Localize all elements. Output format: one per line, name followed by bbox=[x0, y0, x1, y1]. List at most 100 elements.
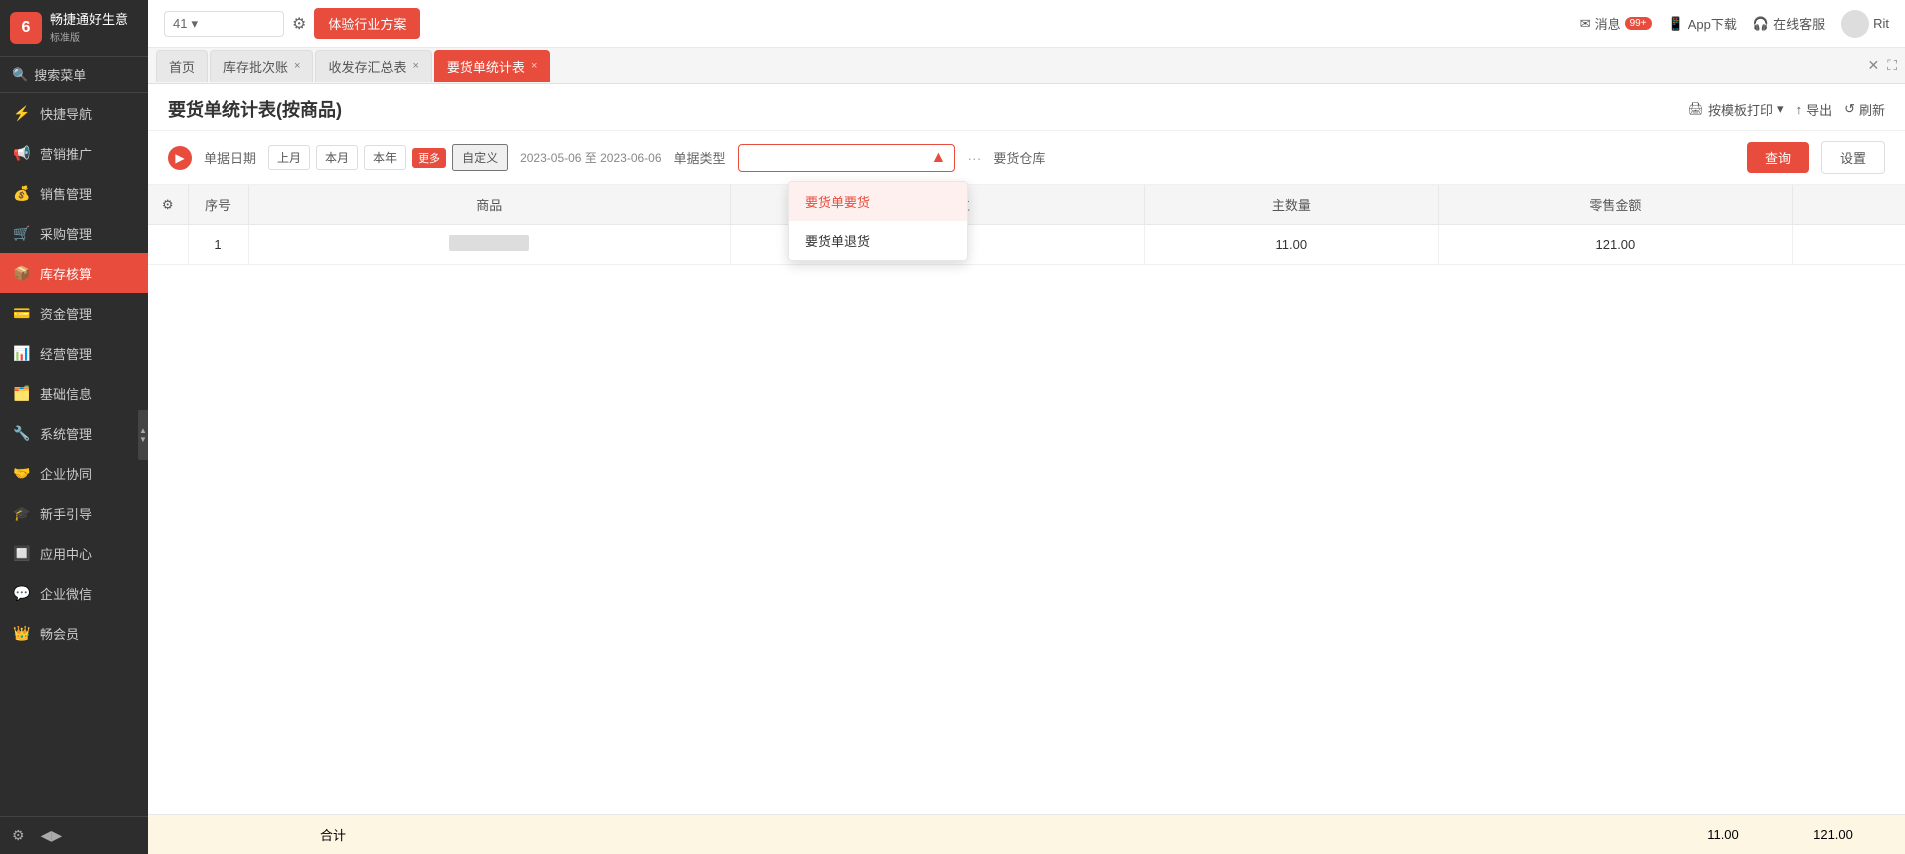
avatar bbox=[1841, 10, 1869, 38]
date-this-year-btn[interactable]: 本年 bbox=[364, 145, 406, 170]
collab-icon: 🤝 bbox=[12, 463, 32, 483]
print-button[interactable]: 🖨 按模板打印 ▾ bbox=[1688, 100, 1784, 119]
col-product: 商品 bbox=[248, 185, 731, 225]
sidebar-scroll-indicator: ▲▼ bbox=[138, 410, 148, 460]
nav-menu: ⚡ 快捷导航 📢 营销推广 💰 销售管理 🛒 采购管理 📦 库存核算 💳 资金管… bbox=[0, 93, 148, 816]
online-service-action[interactable]: 🎧 在线客服 bbox=[1753, 14, 1825, 33]
tab-close-icon[interactable]: × bbox=[294, 60, 300, 72]
sidebar-item-label: 企业协同 bbox=[40, 464, 92, 483]
type-filter-select[interactable]: ▲ bbox=[738, 144, 956, 172]
quick-nav-icon: ⚡ bbox=[12, 103, 32, 123]
sidebar-item-label: 快捷导航 bbox=[40, 104, 92, 123]
page-header: 要货单统计表(按商品) 🖨 按模板打印 ▾ ↑ 导出 ↺ 刷新 bbox=[148, 84, 1905, 131]
sidebar-item-quick-nav[interactable]: ⚡ 快捷导航 bbox=[0, 93, 148, 133]
date-this-month-btn[interactable]: 本月 bbox=[316, 145, 358, 170]
tabs-controls: ✕ ⛶ bbox=[1867, 57, 1897, 74]
chevron-down-icon: ▾ bbox=[1777, 101, 1784, 117]
finance-icon: 💳 bbox=[12, 303, 32, 323]
app-download-action[interactable]: 📱 App下载 bbox=[1668, 14, 1737, 33]
tab-close-icon[interactable]: × bbox=[412, 60, 418, 72]
export-button[interactable]: ↑ 导出 bbox=[1796, 100, 1833, 119]
app-download-label: App下载 bbox=[1688, 14, 1737, 33]
col-settings[interactable]: ⚙ bbox=[148, 185, 188, 225]
filter-settings-button[interactable]: 设置 bbox=[1821, 141, 1885, 174]
sidebar-item-finance[interactable]: 💳 资金管理 bbox=[0, 293, 148, 333]
sidebar-item-apps[interactable]: 🔲 应用中心 bbox=[0, 533, 148, 573]
tab-home[interactable]: 首页 bbox=[156, 50, 208, 82]
sidebar-item-sales[interactable]: 💰 销售管理 bbox=[0, 173, 148, 213]
sidebar-item-business[interactable]: 📊 经营管理 bbox=[0, 333, 148, 373]
user-profile[interactable]: Rit bbox=[1841, 10, 1889, 38]
date-custom-btn[interactable]: 自定义 bbox=[452, 144, 508, 171]
date-more-badge[interactable]: 更多 bbox=[412, 148, 446, 168]
sidebar-item-guide[interactable]: 🎓 新手引导 bbox=[0, 493, 148, 533]
page-actions: 🖨 按模板打印 ▾ ↑ 导出 ↺ 刷新 bbox=[1688, 100, 1886, 119]
filter-expand-button[interactable]: ▶ bbox=[168, 146, 192, 170]
row-extra-cell bbox=[1792, 225, 1905, 265]
tab-label: 首页 bbox=[169, 57, 195, 76]
sidebar-item-label: 营销推广 bbox=[40, 144, 92, 163]
search-menu[interactable]: 🔍 搜索菜单 bbox=[0, 57, 148, 93]
messages-action[interactable]: ✉ 消息 99+ bbox=[1580, 14, 1652, 33]
tab-order-stats[interactable]: 要货单统计表 × bbox=[434, 50, 550, 82]
sidebar-item-basic[interactable]: 🗂️ 基础信息 bbox=[0, 373, 148, 413]
warehouse-filter-label: 要货仓库 bbox=[993, 148, 1045, 167]
tab-expand-icon[interactable]: ⛶ bbox=[1887, 57, 1897, 74]
dropdown-item-return[interactable]: 要货单退货 bbox=[789, 221, 967, 260]
row-settings-cell bbox=[148, 225, 188, 265]
phone-icon: 📱 bbox=[1668, 16, 1684, 32]
settings-footer-icon[interactable]: ⚙ bbox=[12, 827, 25, 844]
settings-icon[interactable]: ⚙ bbox=[162, 197, 174, 212]
topbar-left: 41 ▾ ⚙ 体验行业方案 bbox=[164, 8, 1568, 39]
tab-receive-summary[interactable]: 收发存汇总表 × bbox=[315, 50, 431, 82]
tab-inventory-batch[interactable]: 库存批次账 × bbox=[210, 50, 313, 82]
date-filter-label: 单据日期 bbox=[204, 148, 256, 167]
sidebar-item-label: 采购管理 bbox=[40, 224, 92, 243]
sidebar-item-purchase[interactable]: 🛒 采购管理 bbox=[0, 213, 148, 253]
filter-more-button[interactable]: ··· bbox=[967, 150, 981, 166]
sidebar-item-label: 基础信息 bbox=[40, 384, 92, 403]
dropdown-item-purchase[interactable]: 要货单要货 bbox=[789, 182, 967, 221]
export-label: 导出 bbox=[1806, 100, 1832, 119]
row-amount-cell: 121.00 bbox=[1438, 225, 1792, 265]
table-footer: 合计 11.00 121.00 bbox=[148, 814, 1905, 854]
date-filters: 上月 本月 本年 更多 自定义 bbox=[268, 144, 508, 171]
sidebar-item-marketing[interactable]: 📢 营销推广 bbox=[0, 133, 148, 173]
page-title: 要货单统计表(按商品) bbox=[168, 96, 342, 122]
refresh-button[interactable]: ↺ 刷新 bbox=[1844, 100, 1885, 119]
tab-label: 要货单统计表 bbox=[447, 57, 525, 76]
trial-button[interactable]: 体验行业方案 bbox=[314, 8, 420, 39]
table-row: 1 块 11.00 121.00 bbox=[148, 225, 1905, 265]
footer-amount: 121.00 bbox=[1773, 827, 1893, 842]
sidebar-item-wechat[interactable]: 💬 企业微信 bbox=[0, 573, 148, 613]
store-number: 41 bbox=[173, 16, 187, 31]
type-dropdown-menu: 要货单要货 要货单退货 bbox=[788, 181, 968, 261]
col-amount: 零售金额 bbox=[1438, 185, 1792, 225]
data-table: ⚙ 序号 商品 主计量单位 主数量 零售金额 1 bbox=[148, 185, 1905, 265]
sidebar-item-label: 资金管理 bbox=[40, 304, 92, 323]
settings-icon[interactable]: ⚙ bbox=[292, 14, 306, 34]
sidebar-item-member[interactable]: 👑 畅会员 bbox=[0, 613, 148, 653]
sidebar-item-inventory[interactable]: 📦 库存核算 bbox=[0, 253, 148, 293]
topbar: 41 ▾ ⚙ 体验行业方案 ✉ 消息 99+ 📱 App下载 🎧 在线客服 R bbox=[148, 0, 1905, 48]
sidebar-item-label: 畅会员 bbox=[40, 624, 79, 643]
store-selector[interactable]: 41 ▾ bbox=[164, 11, 284, 37]
sidebar-item-collab[interactable]: 🤝 企业协同 bbox=[0, 453, 148, 493]
logo-sub: 标准版 bbox=[50, 29, 128, 44]
tab-close-icon[interactable]: × bbox=[531, 60, 537, 72]
date-last-month-btn[interactable]: 上月 bbox=[268, 145, 310, 170]
type-filter-input[interactable] bbox=[747, 150, 927, 165]
sidebar-item-system[interactable]: 🔧 系统管理 bbox=[0, 413, 148, 453]
export-icon: ↑ bbox=[1796, 102, 1803, 117]
main-content: 41 ▾ ⚙ 体验行业方案 ✉ 消息 99+ 📱 App下载 🎧 在线客服 R bbox=[148, 0, 1905, 854]
tab-close-all-icon[interactable]: ✕ bbox=[1867, 57, 1879, 74]
query-button[interactable]: 查询 bbox=[1747, 142, 1809, 173]
sidebar-item-label: 企业微信 bbox=[40, 584, 92, 603]
collapse-icon[interactable]: ◀▶ bbox=[41, 827, 63, 844]
messages-badge: 99+ bbox=[1625, 17, 1652, 30]
chevron-up-icon: ▲ bbox=[931, 149, 947, 167]
purchase-icon: 🛒 bbox=[12, 223, 32, 243]
refresh-icon: ↺ bbox=[1844, 101, 1855, 117]
topbar-right: ✉ 消息 99+ 📱 App下载 🎧 在线客服 Rit bbox=[1580, 10, 1889, 38]
date-display: 2023-05-06 至 2023-06-06 bbox=[520, 149, 661, 166]
